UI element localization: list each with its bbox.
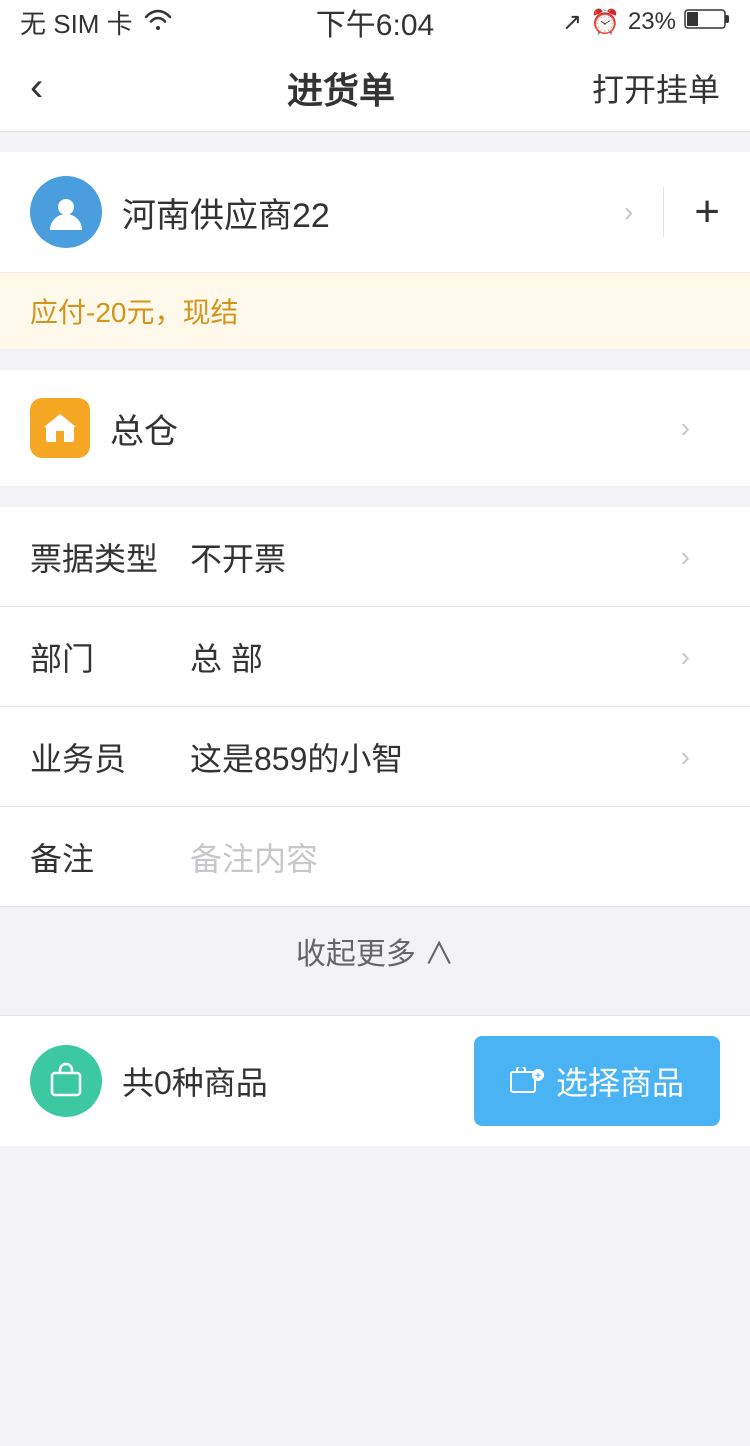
product-icon-wrap: [30, 1045, 102, 1117]
remark-value: 备注内容: [170, 834, 720, 880]
warehouse-icon-wrap: [30, 398, 90, 458]
alert-banner: 应付-20元，现结: [0, 273, 750, 350]
svg-text:+: +: [535, 1071, 541, 1082]
remark-row[interactable]: 备注 备注内容: [0, 807, 750, 907]
department-chevron-icon: ›: [681, 641, 690, 673]
wifi-icon: [143, 8, 173, 36]
product-bar: 共0种商品 + 选择商品: [0, 1015, 750, 1146]
collapse-button[interactable]: 收起更多 ∧: [0, 907, 750, 995]
supplier-avatar: [30, 176, 102, 248]
remark-label: 备注: [30, 834, 170, 880]
alert-text: 应付-20元，现结: [30, 297, 238, 328]
product-count: 共0种商品: [122, 1058, 454, 1104]
section-divider-2: [0, 350, 750, 370]
gray-background: [0, 1146, 750, 1446]
invoice-type-label: 票据类型: [30, 534, 170, 580]
salesperson-chevron-icon: ›: [681, 741, 690, 773]
status-left: 无 SIM 卡: [20, 4, 173, 41]
collapse-label: 收起更多 ∧: [296, 929, 454, 973]
salesperson-row[interactable]: 业务员 这是859的小智 ›: [0, 707, 750, 807]
select-product-button[interactable]: + 选择商品: [474, 1036, 720, 1126]
invoice-type-row[interactable]: 票据类型 不开票 ›: [0, 507, 750, 607]
section-divider-top: [0, 132, 750, 152]
select-product-label: 选择商品: [556, 1058, 684, 1104]
supplier-chevron-icon: ›: [624, 196, 633, 228]
alarm-icon: ⏰: [590, 8, 620, 37]
section-divider-4: [0, 995, 750, 1015]
invoice-type-value: 不开票: [170, 534, 681, 580]
battery-icon: [684, 8, 730, 37]
location-icon: ↗: [562, 8, 582, 37]
department-row[interactable]: 部门 总 部 ›: [0, 607, 750, 707]
warehouse-chevron-icon: ›: [681, 412, 690, 444]
supplier-section: 河南供应商22 › + 应付-20元，现结: [0, 152, 750, 350]
carrier-text: 无 SIM 卡: [20, 4, 133, 41]
supplier-divider: [663, 187, 664, 237]
salesperson-value: 这是859的小智: [170, 734, 681, 780]
salesperson-label: 业务员: [30, 734, 170, 780]
status-time: 下午6:04: [316, 0, 434, 44]
supplier-row[interactable]: 河南供应商22 › +: [0, 152, 750, 273]
warehouse-name: 总仓: [110, 404, 681, 453]
invoice-type-chevron-icon: ›: [681, 541, 690, 573]
status-right: ↗ ⏰ 23%: [562, 8, 730, 37]
open-pending-button[interactable]: 打开挂单: [592, 65, 720, 111]
supplier-name: 河南供应商22: [122, 188, 624, 237]
warehouse-row[interactable]: 总仓 ›: [0, 370, 750, 487]
department-label: 部门: [30, 634, 170, 680]
department-value: 总 部: [170, 634, 681, 680]
nav-bar: ‹ 进货单 打开挂单: [0, 44, 750, 132]
page-title: 进货单: [287, 62, 395, 114]
add-supplier-button[interactable]: +: [694, 190, 720, 234]
section-divider-3: [0, 487, 750, 507]
form-section: 票据类型 不开票 › 部门 总 部 › 业务员 这是859的小智 › 备注 备注…: [0, 507, 750, 907]
battery-text: 23%: [628, 8, 676, 36]
back-button[interactable]: ‹: [30, 65, 90, 110]
status-bar: 无 SIM 卡 下午6:04 ↗ ⏰ 23%: [0, 0, 750, 44]
